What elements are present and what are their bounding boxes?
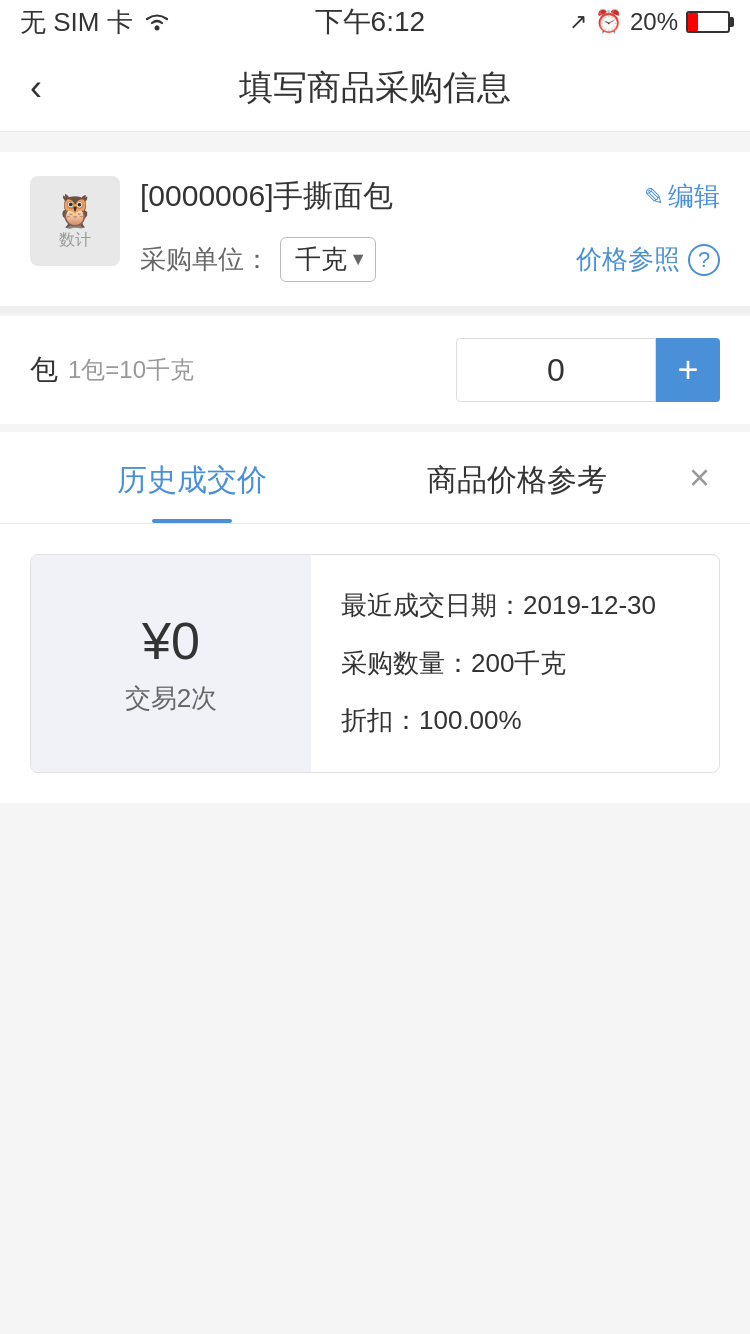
unit-conversion: 1包=10千克 (68, 354, 194, 386)
price-value: 0 (171, 612, 200, 670)
status-time: 下午6:12 (315, 3, 426, 41)
edit-label: 编辑 (668, 179, 720, 214)
tab-close-button[interactable]: × (679, 457, 720, 499)
carrier-text: 无 SIM 卡 (20, 5, 133, 40)
tabs-header: 历史成交价 商品价格参考 × (0, 432, 750, 524)
unit-value: 千克 (295, 242, 347, 277)
purchase-unit-label: 采购单位： (140, 242, 270, 277)
location-icon: ↗ (569, 9, 587, 35)
trade-count: 交易2次 (125, 681, 217, 716)
price-ref-button[interactable]: 价格参照 ? (576, 242, 720, 277)
price-card: ¥0 交易2次 最近成交日期：2019-12-30 采购数量：200千克 折扣：… (30, 554, 720, 773)
product-logo-text: 数计 (59, 230, 91, 251)
edit-button[interactable]: ✎ 编辑 (644, 179, 720, 214)
battery-icon (686, 11, 730, 33)
tab-history-price[interactable]: 历史成交价 (30, 432, 354, 523)
currency-symbol: ¥ (142, 612, 171, 670)
discount-label: 折扣： (341, 705, 419, 735)
status-left: 无 SIM 卡 (20, 5, 171, 40)
purchase-qty-label: 采购数量： (341, 648, 471, 678)
price-ref-help-icon: ? (688, 244, 720, 276)
status-right: ↗ ⏰ 20% (569, 8, 730, 36)
close-icon: × (689, 457, 710, 499)
tab-product-price-ref-label: 商品价格参考 (427, 463, 607, 496)
back-button[interactable]: ‹ (30, 67, 42, 109)
page-title: 填写商品采购信息 (239, 65, 511, 111)
edit-pencil-icon: ✎ (644, 183, 664, 211)
tab-history-price-label: 历史成交价 (117, 463, 267, 496)
tab-product-price-ref[interactable]: 商品价格参考 (354, 432, 678, 523)
product-logo-icon: 🦉 (55, 192, 95, 230)
discount-value: 100.00% (419, 705, 522, 735)
quantity-input[interactable]: 0 (456, 338, 656, 402)
quantity-value: 0 (547, 352, 565, 389)
history-price-content: ¥0 交易2次 最近成交日期：2019-12-30 采购数量：200千克 折扣：… (0, 524, 750, 803)
quantity-plus-button[interactable]: + (656, 338, 720, 402)
quantity-control: 0 + (456, 338, 720, 402)
alarm-icon: ⏰ (595, 9, 622, 35)
recent-date-row: 最近成交日期：2019-12-30 (341, 585, 689, 627)
product-full-name: [0000006]手撕面包 (140, 176, 393, 217)
price-amount: ¥0 (142, 611, 200, 671)
price-ref-label: 价格参照 (576, 242, 680, 277)
plus-icon: + (677, 349, 698, 391)
price-card-right: 最近成交日期：2019-12-30 采购数量：200千克 折扣：100.00% (311, 555, 719, 772)
status-bar: 无 SIM 卡 下午6:12 ↗ ⏰ 20% (0, 0, 750, 44)
product-card: 🦉 数计 [0000006]手撕面包 ✎ 编辑 采购单位： 千克 (0, 152, 750, 306)
unit-badge: 包 (30, 351, 58, 389)
price-card-left: ¥0 交易2次 (31, 555, 311, 772)
product-info: [0000006]手撕面包 ✎ 编辑 采购单位： 千克 价格参照 ? (140, 176, 720, 282)
product-image: 🦉 数计 (30, 176, 120, 266)
battery-percent: 20% (630, 8, 678, 36)
page-header: ‹ 填写商品采购信息 (0, 44, 750, 132)
tabs-section: 历史成交价 商品价格参考 × ¥0 交易2次 最近成交日期：2019-12-30… (0, 432, 750, 803)
purchase-qty-row: 采购数量：200千克 (341, 643, 689, 685)
wifi-icon (143, 7, 171, 38)
svg-point-0 (154, 25, 159, 30)
discount-row: 折扣：100.00% (341, 700, 689, 742)
main-background (0, 803, 750, 1334)
quantity-section: 包 1包=10千克 0 + (0, 316, 750, 424)
recent-date-label: 最近成交日期： (341, 590, 523, 620)
unit-select[interactable]: 千克 (280, 237, 376, 282)
purchase-qty-value: 200千克 (471, 648, 566, 678)
recent-date-value: 2019-12-30 (523, 590, 656, 620)
divider (0, 306, 750, 314)
